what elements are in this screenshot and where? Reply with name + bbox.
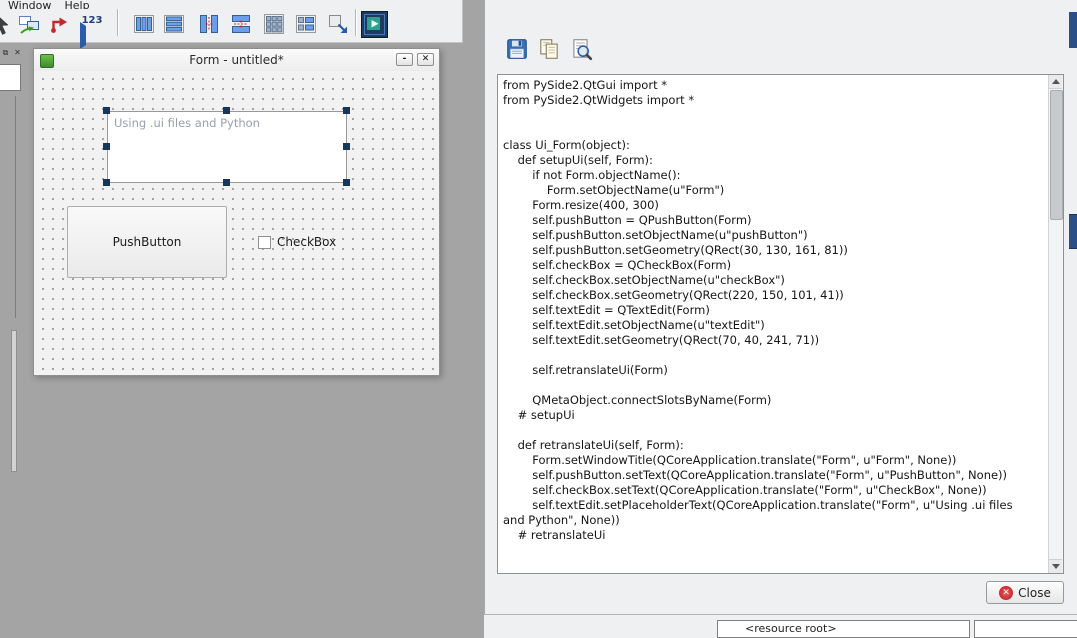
layout-vertical-splitter-icon[interactable]: [229, 12, 253, 36]
layout-form-icon[interactable]: [294, 12, 318, 36]
edit-buddies-icon[interactable]: [17, 12, 41, 36]
save-icon[interactable]: [505, 37, 529, 61]
selection-handle[interactable]: [343, 107, 350, 114]
form-file-icon: [40, 54, 54, 68]
menubar: Window Help: [0, 0, 460, 9]
selection-handle[interactable]: [343, 143, 350, 150]
selection-handle[interactable]: [103, 143, 110, 150]
edit-widgets-icon[interactable]: [0, 12, 13, 36]
resource-detail-panel: [974, 620, 1077, 638]
preview-icon[interactable]: [361, 11, 388, 38]
layout-horizontal-icon[interactable]: [132, 12, 156, 36]
panel-scrollbar-fragment[interactable]: [11, 330, 17, 472]
checkbox-label: CheckBox: [277, 235, 336, 249]
widgetbox-filter-fragment[interactable]: [0, 64, 21, 91]
resource-browser-panel: <resource root>: [717, 620, 970, 638]
panel-divider-fragment: [15, 96, 16, 318]
form-window-title: Form - untitled*: [34, 53, 439, 67]
generated-python-code: from PySide2.QtGui import * from PySide2…: [498, 75, 1063, 546]
toolbar-separator: [355, 9, 356, 36]
close-circle-icon: ✕: [999, 586, 1013, 600]
textedit-widget[interactable]: Using .ui files and Python: [107, 111, 347, 183]
checkbox-widget[interactable]: CheckBox: [258, 235, 336, 249]
form-canvas[interactable]: Using .ui files and Python PushButton Ch…: [34, 71, 439, 375]
window-edge-fragment: [1069, 12, 1077, 48]
layout-vertical-icon[interactable]: [162, 12, 186, 36]
view-python-code-dialog: from PySide2.QtGui import * from PySide2…: [484, 0, 1077, 615]
form-window-titlebar[interactable]: Form - untitled* - ✕: [34, 49, 439, 72]
selection-handle[interactable]: [343, 179, 350, 186]
close-button-label: Close: [1018, 586, 1051, 600]
scroll-up-icon[interactable]: [1049, 75, 1062, 89]
panel-float-icon[interactable]: ⧉: [0, 47, 11, 58]
resource-root-item[interactable]: <resource root>: [718, 621, 969, 637]
code-view[interactable]: from PySide2.QtGui import * from PySide2…: [497, 74, 1064, 574]
edit-signals-slots-icon[interactable]: [49, 12, 73, 36]
textedit-placeholder: Using .ui files and Python: [114, 116, 260, 130]
checkbox-indicator[interactable]: [258, 236, 271, 249]
edit-tab-order-icon[interactable]: 123: [80, 12, 104, 36]
menu-help[interactable]: Help: [64, 0, 89, 9]
copy-icon[interactable]: [537, 37, 561, 61]
adjust-size-icon[interactable]: [326, 12, 350, 36]
scroll-down-icon[interactable]: [1049, 559, 1062, 573]
window-edge-fragment: [1069, 214, 1077, 249]
selection-handle[interactable]: [223, 107, 230, 114]
form-minimize-button[interactable]: -: [396, 53, 413, 66]
selection-handle[interactable]: [103, 107, 110, 114]
layout-horizontal-splitter-icon[interactable]: [197, 12, 221, 36]
scrollbar-thumb[interactable]: [1050, 90, 1063, 220]
code-scrollbar[interactable]: [1048, 75, 1063, 573]
close-dialog-button[interactable]: ✕ Close: [986, 581, 1064, 604]
panel-close-icon[interactable]: ✕: [12, 47, 23, 58]
selection-handle[interactable]: [223, 179, 230, 186]
menu-window[interactable]: Window: [8, 0, 51, 9]
tab-order-arrow-icon: [80, 22, 86, 49]
find-icon[interactable]: [569, 37, 593, 61]
main-toolbar: Window Help 123: [0, 0, 463, 43]
form-window: Form - untitled* - ✕ Using .ui files and…: [33, 48, 440, 376]
pushbutton-widget[interactable]: PushButton: [67, 206, 227, 278]
background-gap: [462, 0, 484, 43]
selection-handle[interactable]: [103, 179, 110, 186]
qt-designer-screen: Window Help 123: [0, 0, 1077, 638]
layout-grid-icon[interactable]: [262, 12, 286, 36]
form-close-button[interactable]: ✕: [417, 53, 434, 66]
toolbar-separator: [117, 9, 118, 36]
